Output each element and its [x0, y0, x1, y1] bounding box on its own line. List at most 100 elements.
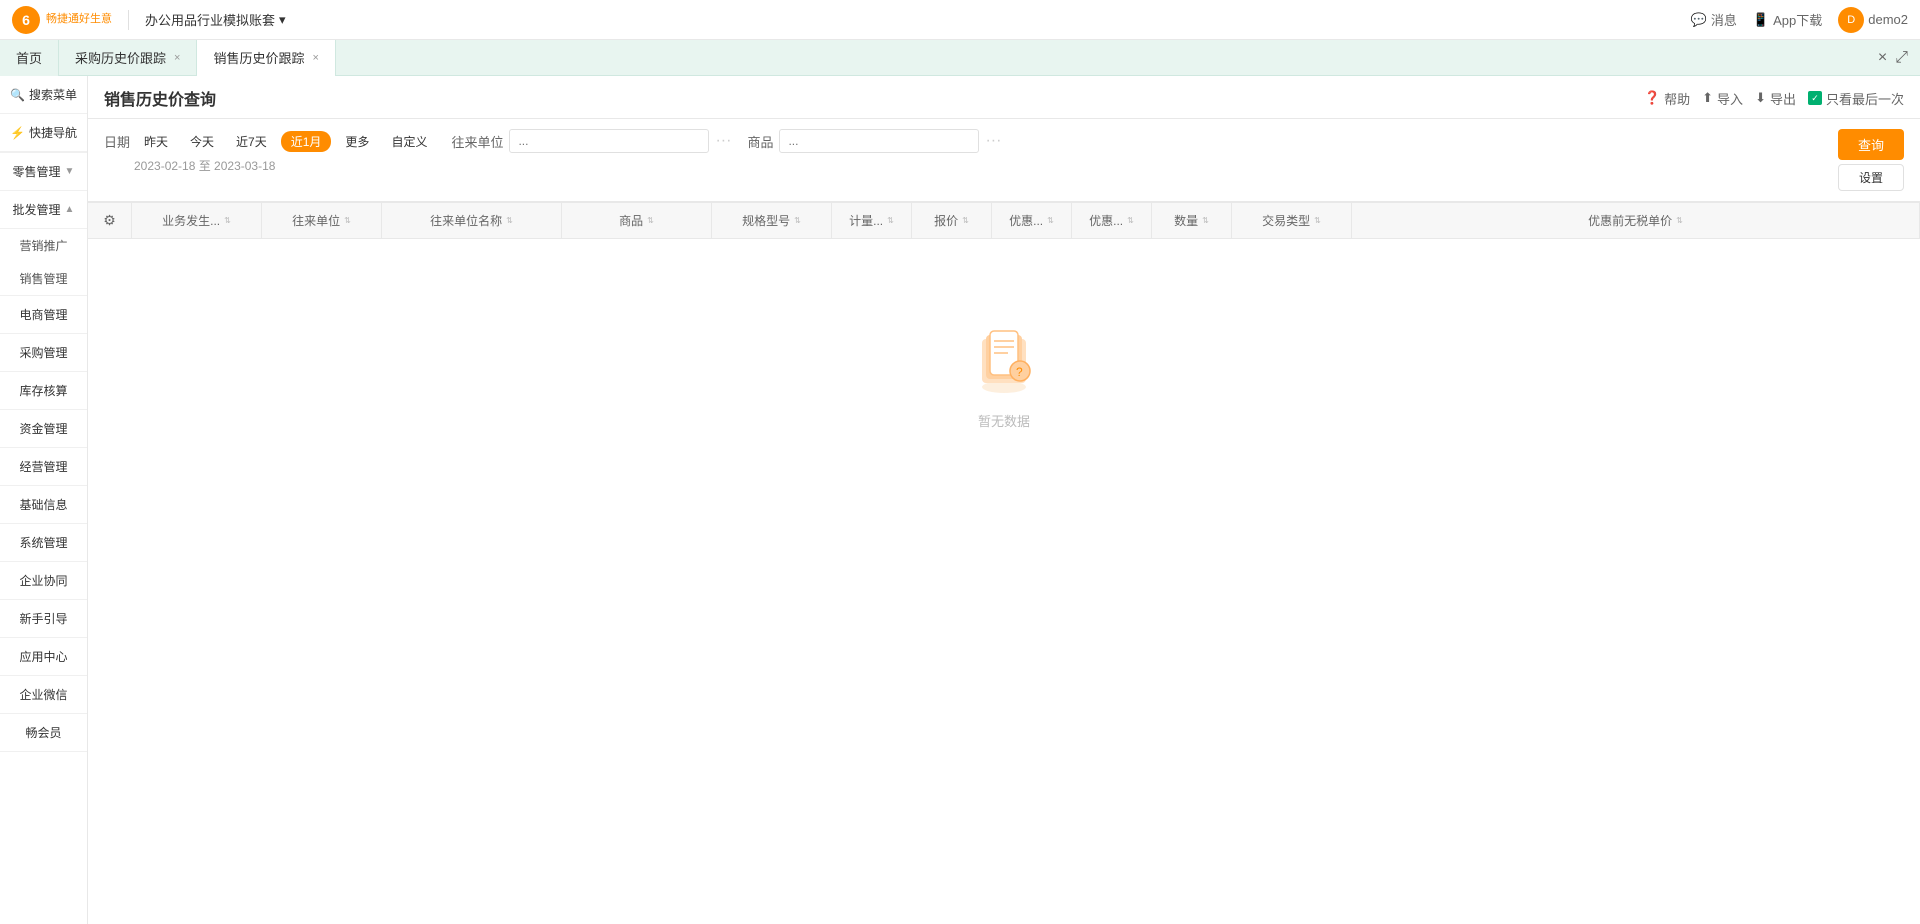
- only-last-checkbox-group[interactable]: ✓ 只看最后一次: [1808, 89, 1904, 108]
- sidebar-item-app-center[interactable]: 应用中心: [0, 638, 87, 676]
- th-spec[interactable]: 规格型号 ⇅: [712, 203, 832, 238]
- sidebar-item-operation-mgmt[interactable]: 经营管理: [0, 448, 87, 486]
- message-icon: 💬: [1691, 12, 1707, 28]
- user-name: demo2: [1868, 12, 1908, 27]
- date-btn-today[interactable]: 今天: [182, 131, 222, 152]
- goods-more-icon[interactable]: ···: [985, 132, 1001, 150]
- sidebar-item-quick-nav[interactable]: ⚡ 快捷导航: [0, 114, 87, 152]
- query-btn[interactable]: 查询: [1838, 129, 1904, 160]
- date-range-display: 2023-02-18 至 2023-03-18: [130, 157, 1822, 174]
- th-partner-name[interactable]: 往来单位名称 ⇅: [382, 203, 562, 238]
- settings-btn[interactable]: 设置: [1838, 164, 1904, 191]
- content-area: 销售历史价查询 ❓ 帮助 ⬆ 导入 ⬇ 导出 ✓: [88, 76, 1920, 924]
- tab-sales-history-close[interactable]: ×: [312, 52, 318, 64]
- th-trade-type[interactable]: 交易类型 ⇅: [1232, 203, 1352, 238]
- sidebar-item-operation-mgmt-label: 经营管理: [19, 458, 67, 475]
- close-all-tabs-btn[interactable]: ×: [1878, 49, 1887, 67]
- goods-input[interactable]: [779, 129, 979, 153]
- sidebar-item-ecom-mgmt[interactable]: 电商管理: [0, 296, 87, 334]
- wholesale-mgmt-arrow-icon: ▲: [65, 204, 75, 215]
- th-biz-date-sort-icon: ⇅: [224, 216, 231, 225]
- logo-divider: [128, 10, 129, 30]
- page-actions: ❓ 帮助 ⬆ 导入 ⬇ 导出 ✓ 只看最后一次: [1644, 89, 1904, 108]
- tab-bar-actions: × ⤢: [1878, 49, 1920, 67]
- th-discount1[interactable]: 优惠... ⇅: [992, 203, 1072, 238]
- only-last-label: 只看最后一次: [1826, 89, 1904, 108]
- empty-state-icon: ?: [964, 319, 1044, 399]
- dropdown-arrow-icon: ▾: [279, 12, 286, 28]
- sidebar-item-finance-mgmt[interactable]: 资金管理: [0, 410, 87, 448]
- expand-btn[interactable]: ⤢: [1895, 49, 1908, 67]
- table-container: ⚙ 业务发生... ⇅ 往来单位 ⇅ 往来单位名称 ⇅ 商品 ⇅: [88, 202, 1920, 924]
- sidebar-item-enterprise-wechat[interactable]: 企业微信: [0, 676, 87, 714]
- sidebar-item-wholesale-mgmt[interactable]: 批发管理 ▲: [0, 191, 87, 229]
- sidebar-item-system-mgmt[interactable]: 系统管理: [0, 524, 87, 562]
- partner-more-icon[interactable]: ···: [715, 132, 731, 150]
- th-qty-label: 数量: [1174, 212, 1198, 229]
- table-settings-btn[interactable]: ⚙: [88, 203, 132, 238]
- th-unit[interactable]: 计量... ⇅: [832, 203, 912, 238]
- sidebar-item-purchase-mgmt[interactable]: 采购管理: [0, 334, 87, 372]
- empty-state-text: 暂无数据: [978, 411, 1030, 430]
- app-download-btn[interactable]: 📱 App下载: [1753, 10, 1822, 29]
- sidebar-item-member[interactable]: 畅会员: [0, 714, 87, 752]
- sidebar-item-ecom-mgmt-label: 电商管理: [19, 306, 67, 323]
- date-btn-custom[interactable]: 自定义: [383, 131, 435, 152]
- tab-purchase-history[interactable]: 采购历史价跟踪 ×: [59, 40, 197, 76]
- tab-bar: 首页 采购历史价跟踪 × 销售历史价跟踪 × × ⤢: [0, 40, 1920, 76]
- import-label: 导入: [1717, 89, 1743, 108]
- sidebar-item-retail-mgmt[interactable]: 零售管理 ▼: [0, 153, 87, 191]
- th-unit-label: 计量...: [849, 212, 883, 229]
- import-btn[interactable]: ⬆ 导入: [1702, 89, 1743, 108]
- th-biz-date[interactable]: 业务发生... ⇅: [132, 203, 262, 238]
- th-notax-price[interactable]: 优惠前无税单价 ⇅: [1352, 203, 1920, 238]
- only-last-checkbox[interactable]: ✓: [1808, 91, 1822, 105]
- th-discount2[interactable]: 优惠... ⇅: [1072, 203, 1152, 238]
- sidebar-item-inventory-mgmt[interactable]: 库存核算: [0, 372, 87, 410]
- th-discount1-sort-icon: ⇅: [1047, 216, 1054, 225]
- sidebar-item-finance-mgmt-label: 资金管理: [19, 420, 67, 437]
- sidebar-item-newbie-guide[interactable]: 新手引导: [0, 600, 87, 638]
- tab-purchase-history-close[interactable]: ×: [174, 52, 180, 64]
- sidebar-item-search-menu[interactable]: 🔍 搜索菜单: [0, 76, 87, 114]
- sidebar-item-enterprise-collab[interactable]: 企业协同: [0, 562, 87, 600]
- logo-icon: 6: [12, 6, 40, 34]
- th-biz-date-label: 业务发生...: [162, 212, 220, 229]
- date-btn-1month[interactable]: 近1月: [281, 131, 332, 152]
- sidebar-item-sales-mgmt[interactable]: 销售管理: [0, 262, 87, 295]
- user-avatar: D: [1838, 7, 1864, 33]
- partner-input[interactable]: [509, 129, 709, 153]
- sidebar-item-quick-nav-label: 快捷导航: [29, 124, 77, 141]
- company-dropdown[interactable]: 办公用品行业模拟账套 ▾: [145, 10, 286, 29]
- sidebar-item-inventory-mgmt-label: 库存核算: [19, 382, 67, 399]
- sidebar-item-marketing-promo[interactable]: 营销推广: [0, 229, 87, 262]
- user-profile[interactable]: D demo2: [1838, 7, 1908, 33]
- search-menu-icon: 🔍: [10, 88, 25, 102]
- empty-state: ? 暂无数据: [88, 239, 1920, 510]
- th-goods[interactable]: 商品 ⇅: [562, 203, 712, 238]
- tab-sales-history[interactable]: 销售历史价跟踪 ×: [197, 40, 335, 76]
- help-label: 帮助: [1664, 89, 1690, 108]
- goods-label: 商品: [747, 132, 773, 151]
- message-label: 消息: [1711, 10, 1737, 29]
- sidebar-item-base-info[interactable]: 基础信息: [0, 486, 87, 524]
- tab-home[interactable]: 首页: [0, 40, 59, 76]
- main-layout: 🔍 搜索菜单 ⚡ 快捷导航 零售管理 ▼ 批发管理 ▲ 营销推广 销售管理 电商…: [0, 76, 1920, 924]
- help-btn[interactable]: ❓ 帮助: [1644, 89, 1690, 108]
- th-partner-code[interactable]: 往来单位 ⇅: [262, 203, 382, 238]
- page-title: 销售历史价查询: [104, 86, 216, 110]
- sidebar-item-base-info-label: 基础信息: [19, 496, 67, 513]
- date-btn-yesterday[interactable]: 昨天: [136, 131, 176, 152]
- company-name: 办公用品行业模拟账套: [145, 10, 275, 29]
- th-price[interactable]: 报价 ⇅: [912, 203, 992, 238]
- retail-mgmt-arrow-icon: ▼: [65, 166, 75, 177]
- filter-left: 日期 昨天 今天 近7天 近1月 更多 自定义 往来单位: [104, 129, 1822, 174]
- message-btn[interactable]: 💬 消息: [1691, 10, 1737, 29]
- import-icon: ⬆: [1702, 90, 1713, 106]
- date-btn-more[interactable]: 更多: [337, 131, 377, 152]
- th-discount2-label: 优惠...: [1089, 212, 1123, 229]
- export-btn[interactable]: ⬇ 导出: [1755, 89, 1796, 108]
- date-btn-7days[interactable]: 近7天: [228, 131, 275, 152]
- th-discount1-label: 优惠...: [1009, 212, 1043, 229]
- th-qty[interactable]: 数量 ⇅: [1152, 203, 1232, 238]
